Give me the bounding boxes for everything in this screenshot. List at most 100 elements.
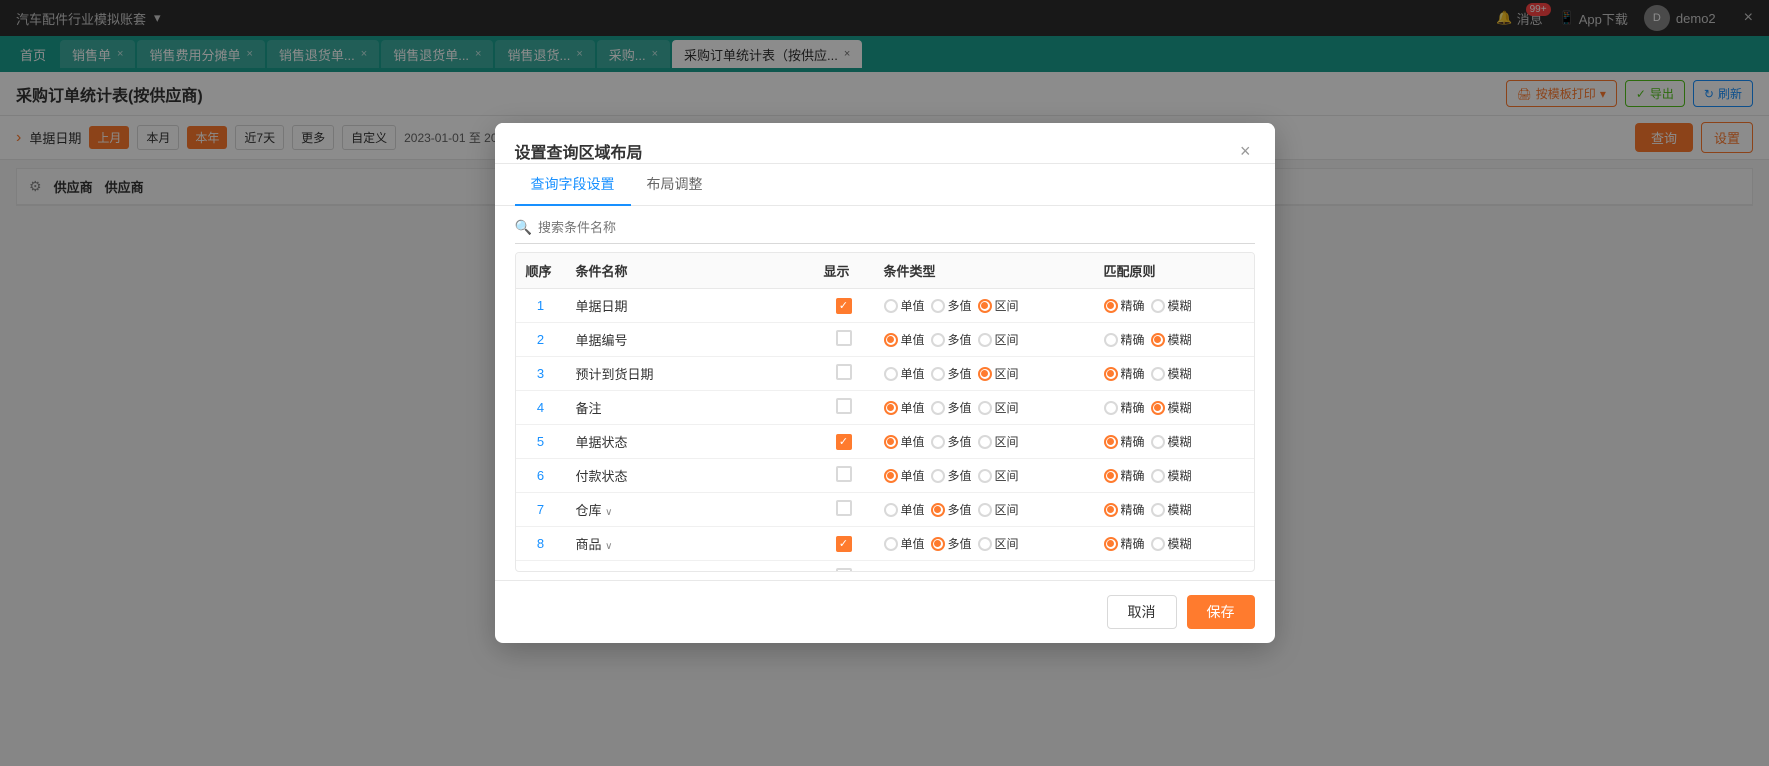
rule-radio-rule_exact-3[interactable]: 精确: [1104, 365, 1145, 382]
radio-label: 精确: [1121, 365, 1145, 382]
rule-radio-rule_exact-9[interactable]: 精确: [1104, 569, 1145, 572]
display-checkbox-1[interactable]: [836, 298, 852, 314]
row-rule-1: 精确模糊: [1094, 289, 1254, 323]
tab-field-settings[interactable]: 查询字段设置: [515, 164, 631, 206]
type-radio-type_range-4[interactable]: 区间: [978, 399, 1019, 416]
save-button[interactable]: 保存: [1187, 595, 1255, 629]
rule-radio-rule_exact-1[interactable]: 精确: [1104, 297, 1145, 314]
radio-circle-icon: [884, 469, 898, 483]
row-display-7[interactable]: [814, 493, 874, 527]
display-checkbox-2[interactable]: [836, 330, 852, 346]
type-radio-type_multi-1[interactable]: 多值: [931, 297, 972, 314]
display-checkbox-9[interactable]: [836, 568, 852, 572]
rule-radio-rule_exact-5[interactable]: 精确: [1104, 433, 1145, 450]
type-radio-type_multi-7[interactable]: 多值: [931, 501, 972, 518]
type-radio-type_single-4[interactable]: 单值: [884, 399, 925, 416]
row-rule-2: 精确模糊: [1094, 323, 1254, 357]
rule-radio-rule_exact-7[interactable]: 精确: [1104, 501, 1145, 518]
radio-label: 单值: [901, 501, 925, 518]
rule-radio-rule_exact-4[interactable]: 精确: [1104, 399, 1145, 416]
type-radio-type_single-3[interactable]: 单值: [884, 365, 925, 382]
row-display-5[interactable]: [814, 425, 874, 459]
rule-radio-rule_fuzzy-5[interactable]: 模糊: [1151, 433, 1192, 450]
rule-radio-rule_exact-8[interactable]: 精确: [1104, 535, 1145, 552]
type-radio-type_single-7[interactable]: 单值: [884, 501, 925, 518]
modal-close-button[interactable]: ×: [1236, 141, 1255, 162]
type-radio-type_single-6[interactable]: 单值: [884, 467, 925, 484]
radio-label: 精确: [1121, 331, 1145, 348]
rule-radio-rule_fuzzy-2[interactable]: 模糊: [1151, 331, 1192, 348]
radio-circle-icon: [884, 537, 898, 551]
rule-radio-rule_fuzzy-8[interactable]: 模糊: [1151, 535, 1192, 552]
display-checkbox-3[interactable]: [836, 364, 852, 380]
radio-label: 多值: [948, 331, 972, 348]
type-radio-type_single-5[interactable]: 单值: [884, 433, 925, 450]
row-display-4[interactable]: [814, 391, 874, 425]
display-checkbox-7[interactable]: [836, 500, 852, 516]
type-radio-type_range-2[interactable]: 区间: [978, 331, 1019, 348]
type-radio-type_multi-3[interactable]: 多值: [931, 365, 972, 382]
radio-label: 区间: [995, 331, 1019, 348]
radio-label: 模糊: [1168, 501, 1192, 518]
radio-circle-icon: [931, 367, 945, 381]
type-radio-type_multi-6[interactable]: 多值: [931, 467, 972, 484]
type-radio-type_range-8[interactable]: 区间: [978, 535, 1019, 552]
row-name-9: 属性 ∨: [566, 561, 814, 573]
radio-label: 区间: [995, 467, 1019, 484]
type-radio-type_range-1[interactable]: 区间: [978, 297, 1019, 314]
display-checkbox-5[interactable]: [836, 434, 852, 450]
radio-circle-icon: [884, 299, 898, 313]
rule-radio-rule_fuzzy-6[interactable]: 模糊: [1151, 467, 1192, 484]
radio-label: 多值: [948, 297, 972, 314]
type-radio-type_multi-9[interactable]: 多值: [931, 569, 972, 572]
display-checkbox-4[interactable]: [836, 398, 852, 414]
rule-radio-rule_exact-2[interactable]: 精确: [1104, 331, 1145, 348]
type-radio-type_single-2[interactable]: 单值: [884, 331, 925, 348]
modal-header: 设置查询区域布局 ×: [495, 123, 1275, 164]
type-radio-type_single-9[interactable]: 单值: [884, 569, 925, 572]
row-name-7: 仓库 ∨: [566, 493, 814, 527]
radio-circle-icon: [1104, 537, 1118, 551]
radio-circle-icon: [884, 435, 898, 449]
display-checkbox-6[interactable]: [836, 466, 852, 482]
type-radio-type_single-8[interactable]: 单值: [884, 535, 925, 552]
row-display-2[interactable]: [814, 323, 874, 357]
type-radio-type_multi-5[interactable]: 多值: [931, 433, 972, 450]
tab-layout-adjust[interactable]: 布局调整: [631, 164, 719, 206]
radio-label: 多值: [948, 501, 972, 518]
type-radio-type_multi-2[interactable]: 多值: [931, 331, 972, 348]
type-radio-type_range-5[interactable]: 区间: [978, 433, 1019, 450]
row-display-3[interactable]: [814, 357, 874, 391]
type-radio-type_range-3[interactable]: 区间: [978, 365, 1019, 382]
type-radio-type_single-1[interactable]: 单值: [884, 297, 925, 314]
row-type-6: 单值多值 区间: [874, 459, 1094, 493]
rule-radio-rule_fuzzy-4[interactable]: 模糊: [1151, 399, 1192, 416]
type-radio-type_range-9[interactable]: 区间: [978, 569, 1019, 572]
radio-circle-icon: [1151, 367, 1165, 381]
fields-table-container: 顺序 条件名称 显示 条件类型 匹配原则 1单据日期单值多值区间精确模糊2单据编…: [515, 252, 1255, 572]
modal-title: 设置查询区域布局: [515, 139, 643, 163]
row-type-8: 单值多值区间: [874, 527, 1094, 561]
cancel-button[interactable]: 取消: [1107, 595, 1177, 629]
radio-label: 区间: [995, 399, 1019, 416]
expand-icon[interactable]: ∨: [605, 507, 612, 518]
row-display-9[interactable]: [814, 561, 874, 573]
type-radio-type_multi-8[interactable]: 多值: [931, 535, 972, 552]
table-row: 2单据编号单值多值区间精确模糊: [516, 323, 1254, 357]
rule-radio-rule_exact-6[interactable]: 精确: [1104, 467, 1145, 484]
search-input[interactable]: [532, 218, 1255, 237]
display-checkbox-8[interactable]: [836, 536, 852, 552]
row-display-1[interactable]: [814, 289, 874, 323]
rule-radio-rule_fuzzy-1[interactable]: 模糊: [1151, 297, 1192, 314]
type-radio-type_range-6[interactable]: 区间: [978, 467, 1019, 484]
row-rule-9: 精确 模糊: [1094, 561, 1254, 573]
type-radio-type_range-7[interactable]: 区间: [978, 501, 1019, 518]
row-display-8[interactable]: [814, 527, 874, 561]
rule-radio-rule_fuzzy-7[interactable]: 模糊: [1151, 501, 1192, 518]
row-type-2: 单值 多值 区间: [874, 323, 1094, 357]
type-radio-type_multi-4[interactable]: 多值: [931, 399, 972, 416]
row-display-6[interactable]: [814, 459, 874, 493]
rule-radio-rule_fuzzy-9[interactable]: 模糊: [1151, 569, 1192, 572]
rule-radio-rule_fuzzy-3[interactable]: 模糊: [1151, 365, 1192, 382]
expand-icon[interactable]: ∨: [605, 541, 612, 552]
